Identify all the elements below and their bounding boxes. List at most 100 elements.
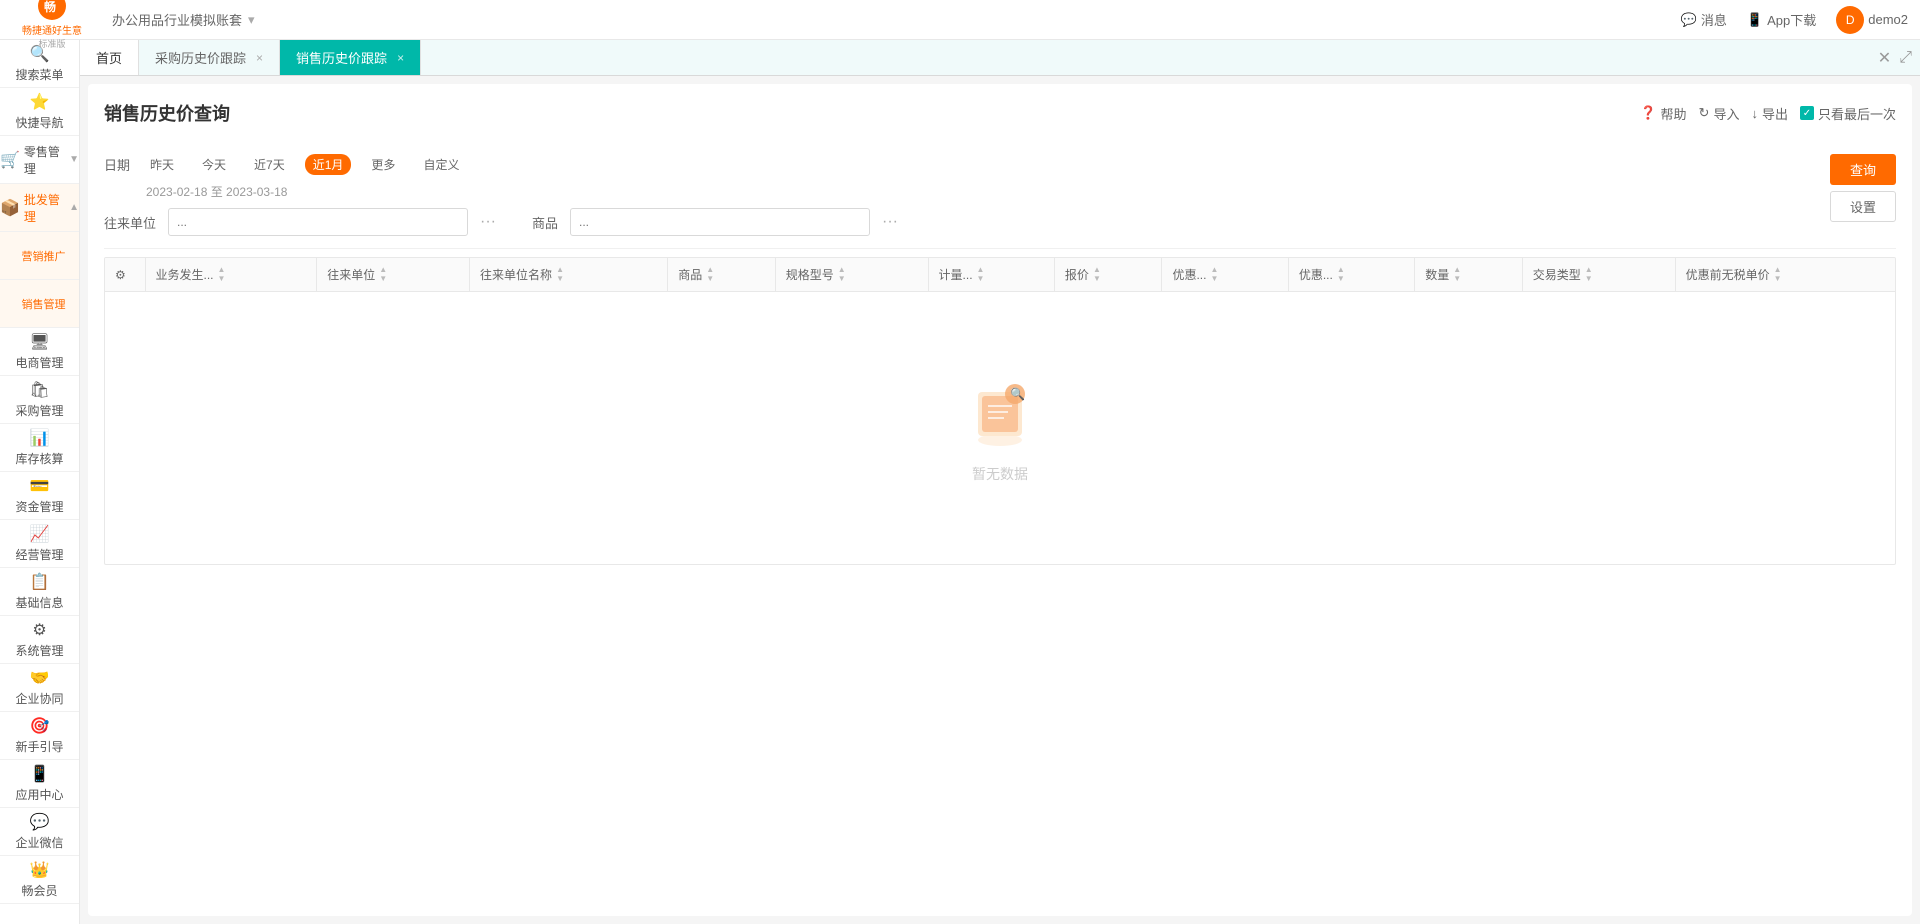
table-body: 🔍 暂无数据: [105, 292, 1895, 565]
empty-state-icon: 🔍: [960, 372, 1040, 452]
sort-up-icon: ▲: [218, 266, 226, 274]
sort-arrows-spec[interactable]: ▲ ▼: [838, 266, 846, 283]
table-th-quoted-price: 报价 ▲ ▼: [1054, 258, 1162, 292]
table-settings-icon[interactable]: ⚙: [115, 268, 126, 282]
help-button[interactable]: ❓ 帮助: [1640, 104, 1686, 123]
sidebar-item-new-guide[interactable]: 🎯 新手引导: [0, 712, 79, 760]
table-th-trade-type: 交易类型 ▲ ▼: [1522, 258, 1675, 292]
message-icon: 💬: [1681, 12, 1697, 28]
sort-arrows-unit[interactable]: ▲ ▼: [977, 266, 985, 283]
bag-icon: 🛍: [29, 380, 49, 400]
app-download-button[interactable]: 📱 App下载: [1747, 10, 1816, 29]
chevron-down-icon: ▾: [248, 12, 255, 28]
tab-purchase-history[interactable]: 采购历史价跟踪 ×: [139, 40, 280, 75]
page-container: 销售历史价查询 ❓ 帮助 ↻ 导入 ↓ 导出 ✓ 只看最后一次: [88, 84, 1912, 916]
svg-text:🔍: 🔍: [1010, 386, 1025, 401]
tab-sales-close-icon[interactable]: ×: [397, 51, 404, 65]
help-label: 帮助: [1661, 104, 1687, 123]
export-button[interactable]: ↓ 导出: [1751, 104, 1788, 123]
sort-arrows-goods[interactable]: ▲ ▼: [706, 266, 714, 283]
date-btn-today[interactable]: 今天: [194, 154, 234, 175]
top-header: 畅 畅捷通好生意 标准版 办公用品行业模拟账套 ▾ 💬 消息 📱 App下载 D…: [0, 0, 1920, 40]
sidebar-item-enterprise-wechat[interactable]: 💬 企业微信: [0, 808, 79, 856]
th-unit-label: 计量...: [939, 266, 973, 283]
th-biz-date-label: 业务发生...: [156, 266, 214, 283]
date-btn-more[interactable]: 更多: [363, 154, 403, 175]
sidebar-item-finance-mgmt[interactable]: 💳 资金管理: [0, 472, 79, 520]
sidebar-label-operations: 经营管理: [15, 546, 63, 563]
sort-arrows-discount1[interactable]: ▲ ▼: [1210, 266, 1218, 283]
sidebar-label-marketing: 营销推广: [22, 248, 66, 264]
sidebar-label-sales: 销售管理: [22, 296, 66, 312]
tab-fullscreen-icon[interactable]: ⤢: [1899, 49, 1912, 67]
sort-up-icon: ▲: [1093, 266, 1101, 274]
tab-sales-history[interactable]: 销售历史价跟踪 ×: [280, 40, 421, 75]
checkbox-checked-icon: ✓: [1800, 106, 1814, 120]
filter-section: 日期 昨天 今天 近7天 近1月 更多 自定义 2023-02-18 至 202…: [104, 142, 1896, 249]
svg-text:畅: 畅: [44, 0, 56, 14]
industry-selector[interactable]: 办公用品行业模拟账套 ▾: [112, 10, 255, 29]
sidebar-item-marketing[interactable]: 营销推广: [0, 232, 79, 280]
linechart-icon: 📈: [30, 524, 50, 544]
date-btn-1month[interactable]: 近1月: [305, 154, 352, 175]
query-button[interactable]: 查询: [1830, 154, 1896, 185]
sidebar-label-enterprisewechat: 企业微信: [15, 834, 63, 851]
message-button[interactable]: 💬 消息: [1681, 10, 1727, 29]
sidebar-item-enterprise-collab[interactable]: 🤝 企业协同: [0, 664, 79, 712]
sidebar-label-inventory: 库存核算: [15, 450, 63, 467]
goods-more-icon[interactable]: ···: [882, 213, 898, 231]
chevron-down-icon-retail: ▼: [69, 154, 79, 165]
sidebar-item-app-center[interactable]: 📱 应用中心: [0, 760, 79, 808]
date-range-row: 2023-02-18 至 2023-03-18: [104, 183, 1814, 200]
settings-button[interactable]: 设置: [1830, 191, 1896, 222]
sidebar-item-retail-mgmt[interactable]: 🛒 零售管理 ▼: [0, 136, 79, 184]
industry-label: 办公用品行业模拟账套: [112, 10, 242, 29]
sidebar-label-finance: 资金管理: [15, 498, 63, 515]
import-button[interactable]: ↻ 导入: [1699, 104, 1740, 123]
sidebar-item-operations-mgmt[interactable]: 📈 经营管理: [0, 520, 79, 568]
partner-more-icon[interactable]: ···: [480, 213, 496, 231]
sidebar-label-purchase: 采购管理: [15, 402, 63, 419]
sidebar-label-enterprise: 企业协同: [15, 690, 63, 707]
avatar-icon: D: [1836, 6, 1864, 34]
tab-purchase-label: 采购历史价跟踪: [155, 48, 246, 67]
sort-arrows-trade-type[interactable]: ▲ ▼: [1585, 266, 1593, 283]
goods-input[interactable]: [570, 208, 870, 236]
partner-input[interactable]: [168, 208, 468, 236]
date-range-display: 2023-02-18 至 2023-03-18: [146, 183, 287, 200]
sidebar-item-wholesale-mgmt[interactable]: 📦 批发管理 ▲: [0, 184, 79, 232]
table-th-quantity: 数量 ▲ ▼: [1415, 258, 1523, 292]
sort-arrows-partner-name[interactable]: ▲ ▼: [556, 266, 564, 283]
sidebar-item-system-mgmt[interactable]: ⚙ 系统管理: [0, 616, 79, 664]
help-icon: ❓: [1640, 105, 1656, 121]
table-empty-cell: 🔍 暂无数据: [105, 292, 1895, 565]
sidebar-item-basic-info[interactable]: 📋 基础信息: [0, 568, 79, 616]
table-th-partner-name: 往来单位名称 ▲ ▼: [470, 258, 668, 292]
sort-arrows-discount2[interactable]: ▲ ▼: [1337, 266, 1345, 283]
sidebar-item-member[interactable]: 👑 畅会员: [0, 856, 79, 904]
data-table: ⚙ 业务发生... ▲ ▼: [105, 258, 1895, 564]
sort-down-icon: ▼: [1337, 275, 1345, 283]
date-btn-7days[interactable]: 近7天: [246, 154, 293, 175]
user-avatar[interactable]: D demo2: [1836, 6, 1908, 34]
table-th-settings[interactable]: ⚙: [105, 258, 145, 292]
goods-filter-label: 商品: [532, 213, 558, 232]
date-btn-yesterday[interactable]: 昨天: [142, 154, 182, 175]
sort-arrows-biz-date[interactable]: ▲ ▼: [218, 266, 226, 283]
sidebar-item-inventory-calc[interactable]: 📊 库存核算: [0, 424, 79, 472]
sort-arrows-partner-code[interactable]: ▲ ▼: [379, 266, 387, 283]
sort-arrows-discount-notax[interactable]: ▲ ▼: [1774, 266, 1782, 283]
phone-icon: 📱: [1747, 12, 1763, 28]
tab-close-window-icon[interactable]: ✕: [1878, 48, 1891, 68]
sort-arrows-quoted-price[interactable]: ▲ ▼: [1093, 266, 1101, 283]
sidebar-item-purchase-mgmt[interactable]: 🛍 采购管理: [0, 376, 79, 424]
tab-purchase-close-icon[interactable]: ×: [256, 51, 263, 65]
sort-down-icon: ▼: [556, 275, 564, 283]
th-discount2-label: 优惠...: [1299, 266, 1333, 283]
sort-arrows-quantity[interactable]: ▲ ▼: [1453, 266, 1461, 283]
sidebar-item-sales-mgmt[interactable]: 销售管理: [0, 280, 79, 328]
only-last-checkbox[interactable]: ✓ 只看最后一次: [1800, 104, 1896, 123]
date-btn-custom[interactable]: 自定义: [415, 154, 467, 175]
sidebar-item-ecommerce-mgmt[interactable]: 🖥 电商管理: [0, 328, 79, 376]
sidebar-item-quick-nav[interactable]: ⭐ 快捷导航: [0, 88, 79, 136]
